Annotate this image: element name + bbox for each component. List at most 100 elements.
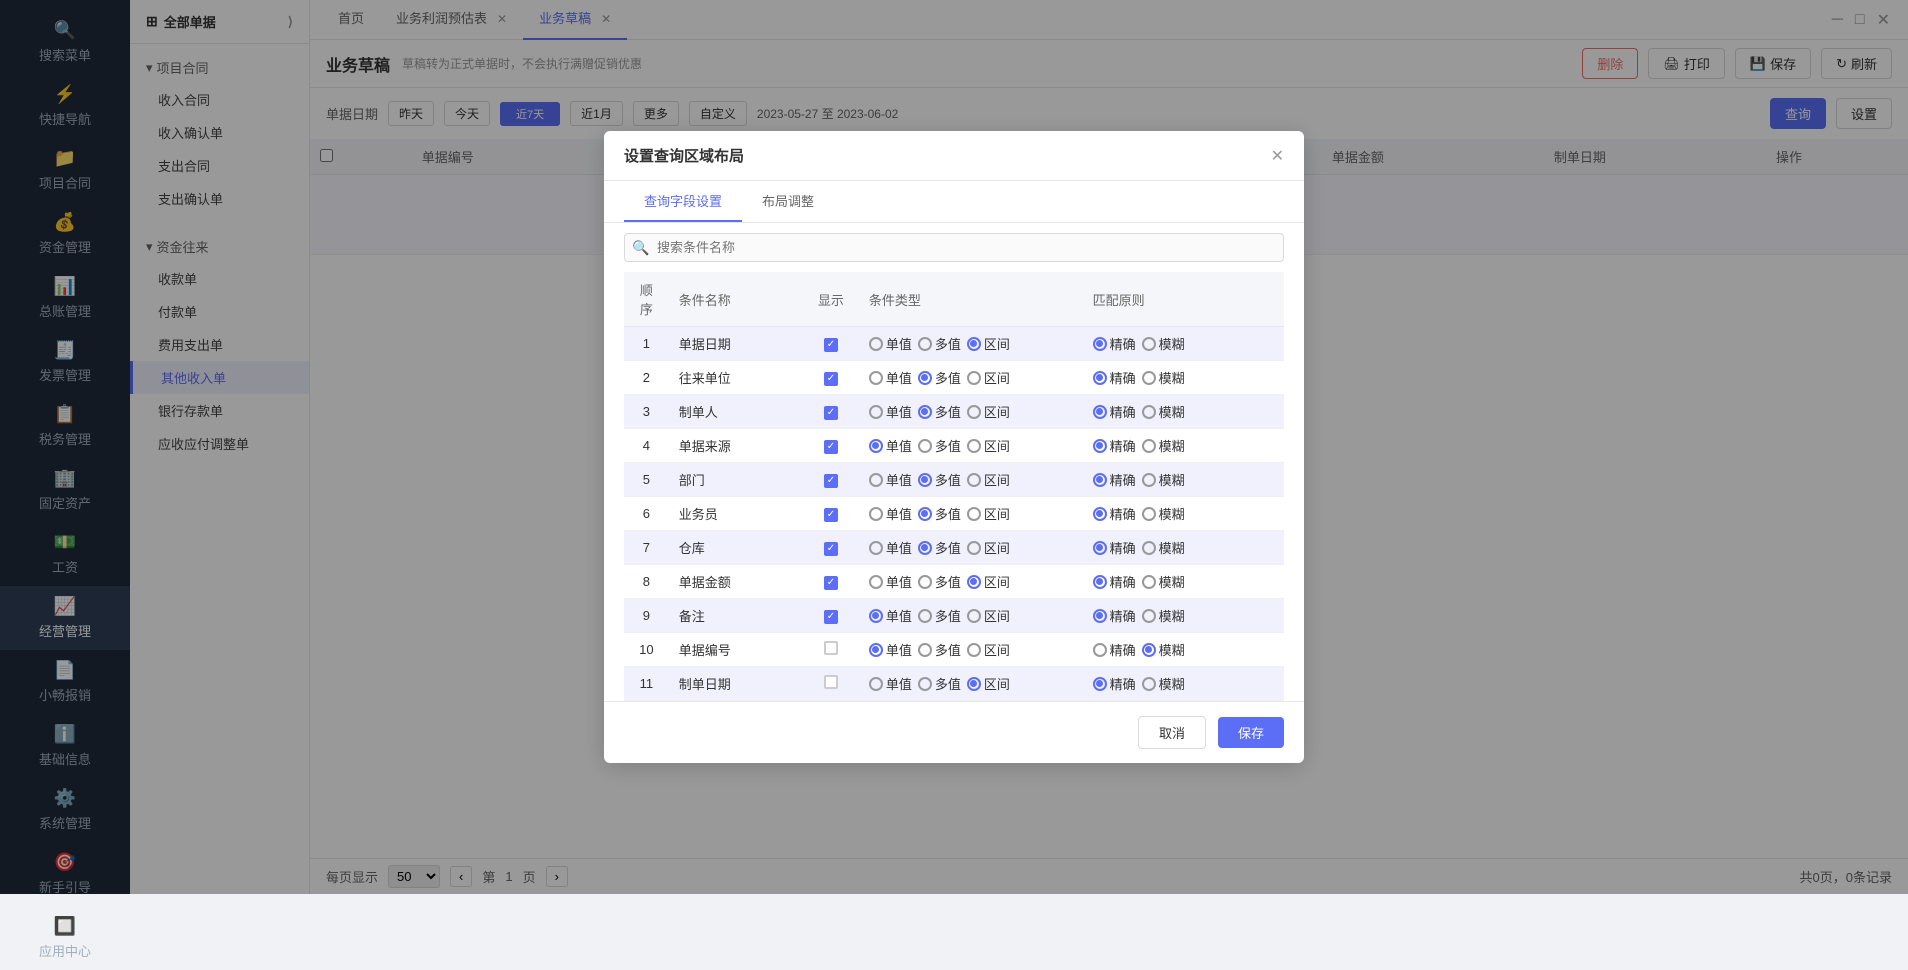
radio-type-多值[interactable]: 多值 xyxy=(918,606,961,625)
radio-type-区间[interactable]: 区间 xyxy=(967,538,1010,557)
radio-match-模糊[interactable]: 模糊 xyxy=(1142,640,1185,659)
checkbox-checked[interactable]: ✓ xyxy=(824,610,838,624)
radio-type-单值[interactable]: 单值 xyxy=(869,436,912,455)
radio-type-单值[interactable]: 单值 xyxy=(869,470,912,489)
modal-tab-fields[interactable]: 查询字段设置 xyxy=(624,181,742,222)
radio-type-单值[interactable]: 单值 xyxy=(869,334,912,353)
radio-type-单值[interactable]: 单值 xyxy=(869,368,912,387)
radio-match-模糊[interactable]: 模糊 xyxy=(1142,470,1185,489)
radio-circle xyxy=(918,473,932,487)
radio-match-模糊[interactable]: 模糊 xyxy=(1142,334,1185,353)
checkbox-checked[interactable]: ✓ xyxy=(824,474,838,488)
apps-icon: 🔲 xyxy=(54,916,76,937)
radio-match-模糊[interactable]: 模糊 xyxy=(1142,436,1185,455)
radio-type-多值[interactable]: 多值 xyxy=(918,334,961,353)
radio-type-单值[interactable]: 单值 xyxy=(869,606,912,625)
radio-type-多值[interactable]: 多值 xyxy=(918,402,961,421)
checkbox-checked[interactable]: ✓ xyxy=(824,372,838,386)
modal-dialog: 设置查询区域布局 ✕ 查询字段设置 布局调整 🔍 xyxy=(604,131,1304,763)
radio-match-模糊[interactable]: 模糊 xyxy=(1142,538,1185,557)
radio-circle xyxy=(869,677,883,691)
modal-tab-layout[interactable]: 布局调整 xyxy=(742,181,834,222)
radio-type-区间[interactable]: 区间 xyxy=(967,606,1010,625)
radio-match-模糊[interactable]: 模糊 xyxy=(1142,504,1185,523)
radio-circle xyxy=(1093,371,1107,385)
radio-circle xyxy=(1093,405,1107,419)
radio-match-精确[interactable]: 精确 xyxy=(1093,402,1136,421)
modal-search-input[interactable] xyxy=(624,233,1284,262)
radio-circle xyxy=(1093,507,1107,521)
radio-type-区间[interactable]: 区间 xyxy=(967,640,1010,659)
radio-match-精确[interactable]: 精确 xyxy=(1093,334,1136,353)
sidebar-item-label: 应用中心 xyxy=(39,941,91,960)
radio-circle xyxy=(967,405,981,419)
radio-match-模糊[interactable]: 模糊 xyxy=(1142,606,1185,625)
radio-type-多值[interactable]: 多值 xyxy=(918,674,961,693)
checkbox-checked[interactable]: ✓ xyxy=(824,542,838,556)
radio-type-区间[interactable]: 区间 xyxy=(967,402,1010,421)
radio-type-区间[interactable]: 区间 xyxy=(967,470,1010,489)
radio-match-精确[interactable]: 精确 xyxy=(1093,606,1136,625)
radio-type-单值[interactable]: 单值 xyxy=(869,402,912,421)
modal-close-button[interactable]: ✕ xyxy=(1271,146,1284,166)
radio-type-区间[interactable]: 区间 xyxy=(967,572,1010,591)
modal-footer: 取消 保存 xyxy=(604,701,1304,763)
radio-match-精确[interactable]: 精确 xyxy=(1093,470,1136,489)
modal-save-button[interactable]: 保存 xyxy=(1218,717,1284,748)
radio-type-区间[interactable]: 区间 xyxy=(967,436,1010,455)
radio-circle xyxy=(967,507,981,521)
checkbox-checked[interactable]: ✓ xyxy=(824,508,838,522)
sidebar-item-apps[interactable]: 🔲 应用中心 xyxy=(0,906,130,970)
radio-match-模糊[interactable]: 模糊 xyxy=(1142,402,1185,421)
radio-circle xyxy=(967,473,981,487)
radio-circle xyxy=(869,337,883,351)
radio-type-区间[interactable]: 区间 xyxy=(967,368,1010,387)
radio-type-多值[interactable]: 多值 xyxy=(918,436,961,455)
checkbox-checked[interactable]: ✓ xyxy=(824,406,838,420)
radio-match-精确[interactable]: 精确 xyxy=(1093,538,1136,557)
checkbox-checked[interactable]: ✓ xyxy=(824,440,838,454)
radio-type-单值[interactable]: 单值 xyxy=(869,504,912,523)
radio-type-多值[interactable]: 多值 xyxy=(918,504,961,523)
radio-type-区间[interactable]: 区间 xyxy=(967,504,1010,523)
radio-match-模糊[interactable]: 模糊 xyxy=(1142,368,1185,387)
th-type: 条件类型 xyxy=(859,272,1083,327)
th-name: 条件名称 xyxy=(669,272,803,327)
checkbox-empty[interactable] xyxy=(824,641,838,655)
checkbox-checked[interactable]: ✓ xyxy=(824,576,838,590)
radio-circle xyxy=(1142,337,1156,351)
radio-circle xyxy=(1142,405,1156,419)
modal-overlay[interactable]: 设置查询区域布局 ✕ 查询字段设置 布局调整 🔍 xyxy=(0,0,1908,894)
radio-match-精确[interactable]: 精确 xyxy=(1093,368,1136,387)
radio-circle xyxy=(1093,575,1107,589)
radio-type-单值[interactable]: 单值 xyxy=(869,538,912,557)
radio-circle xyxy=(1093,439,1107,453)
radio-circle xyxy=(918,677,932,691)
radio-type-区间[interactable]: 区间 xyxy=(967,334,1010,353)
radio-type-单值[interactable]: 单值 xyxy=(869,674,912,693)
radio-type-单值[interactable]: 单值 xyxy=(869,572,912,591)
radio-match-精确[interactable]: 精确 xyxy=(1093,674,1136,693)
checkbox-checked[interactable]: ✓ xyxy=(824,338,838,352)
radio-type-多值[interactable]: 多值 xyxy=(918,470,961,489)
radio-match-精确[interactable]: 精确 xyxy=(1093,640,1136,659)
table-row: 10单据编号单值多值区间精确模糊 xyxy=(624,633,1284,667)
checkbox-empty[interactable] xyxy=(824,675,838,689)
radio-circle xyxy=(1142,643,1156,657)
radio-type-区间[interactable]: 区间 xyxy=(967,674,1010,693)
search-wrapper: 🔍 xyxy=(624,233,1284,262)
radio-match-精确[interactable]: 精确 xyxy=(1093,436,1136,455)
modal-cancel-button[interactable]: 取消 xyxy=(1138,716,1206,749)
radio-match-精确[interactable]: 精确 xyxy=(1093,504,1136,523)
radio-type-单值[interactable]: 单值 xyxy=(869,640,912,659)
modal-table-container: 顺序 条件名称 显示 条件类型 匹配原则 1单据日期✓单值多值区间精确模糊2往来… xyxy=(604,272,1304,701)
radio-match-模糊[interactable]: 模糊 xyxy=(1142,674,1185,693)
radio-type-多值[interactable]: 多值 xyxy=(918,572,961,591)
radio-type-多值[interactable]: 多值 xyxy=(918,538,961,557)
radio-match-精确[interactable]: 精确 xyxy=(1093,572,1136,591)
radio-match-模糊[interactable]: 模糊 xyxy=(1142,572,1185,591)
radio-circle xyxy=(1093,473,1107,487)
radio-circle xyxy=(967,337,981,351)
radio-type-多值[interactable]: 多值 xyxy=(918,640,961,659)
radio-type-多值[interactable]: 多值 xyxy=(918,368,961,387)
